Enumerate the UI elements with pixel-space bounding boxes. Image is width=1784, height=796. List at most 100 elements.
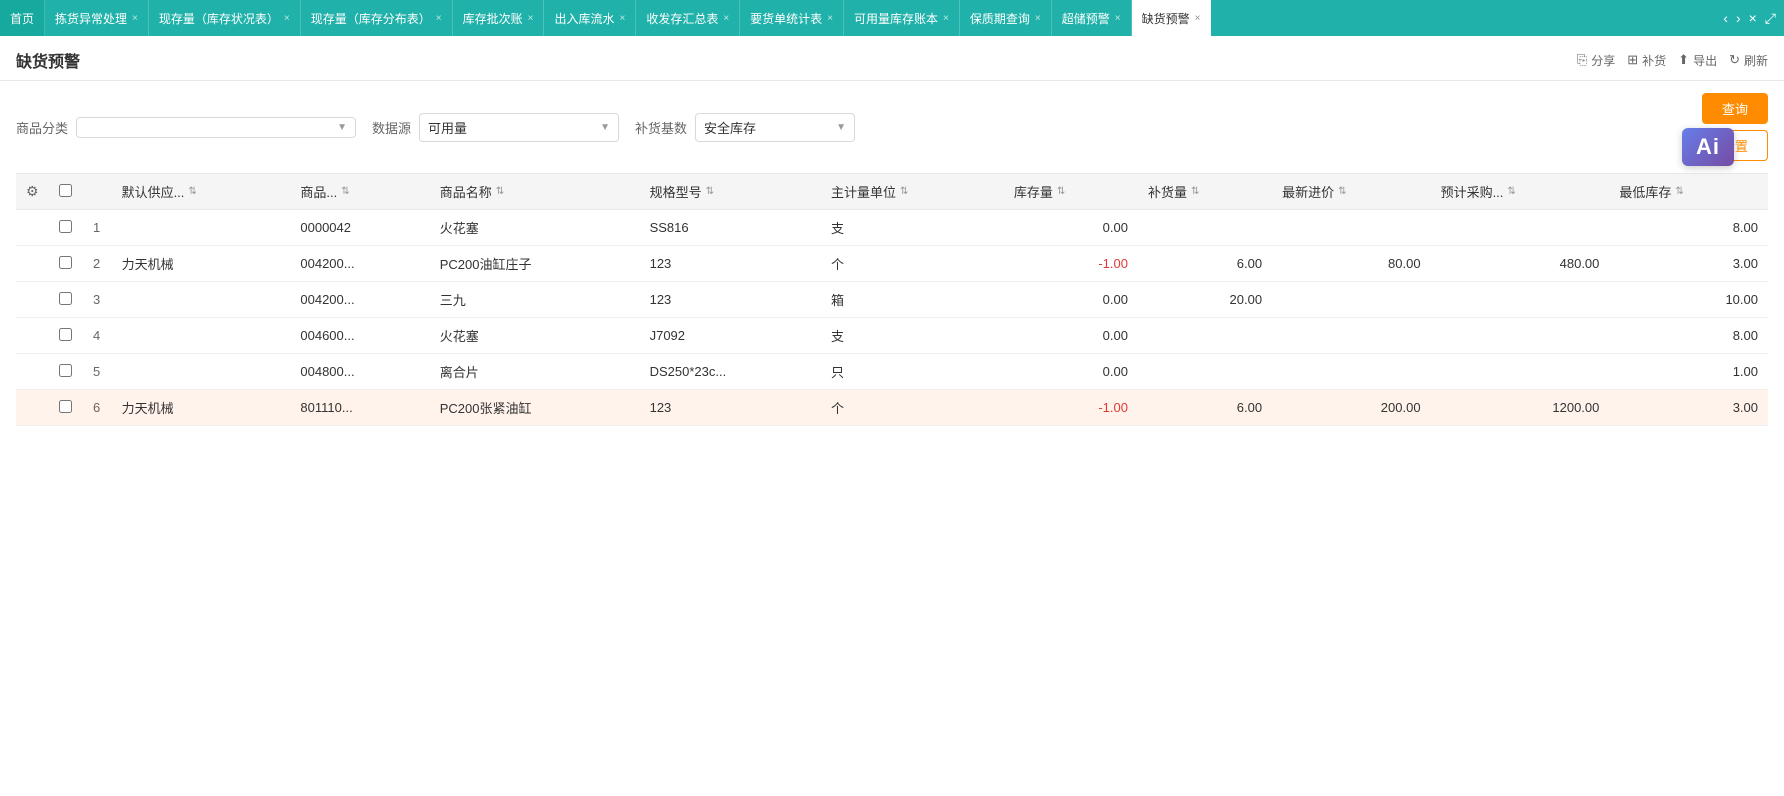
close-avail[interactable]: × [943, 13, 949, 24]
th-min-stock[interactable]: 最低库存 ⇅ [1609, 174, 1768, 210]
row-checkbox[interactable] [59, 328, 72, 341]
tab-unusual[interactable]: 拣货异常处理 × [45, 0, 149, 36]
row-spec: 123 [640, 282, 821, 318]
est-purchase-sort-icon: ⇅ [1507, 186, 1515, 197]
row-checkbox-cell [49, 390, 82, 426]
th-spec[interactable]: 规格型号 ⇅ [640, 174, 821, 210]
refresh-button[interactable]: ↻ 刷新 [1729, 52, 1768, 69]
close-shortage[interactable]: × [1195, 13, 1201, 24]
tab-overstock-label: 超储预警 [1062, 10, 1110, 27]
row-supplier [112, 282, 291, 318]
th-stock[interactable]: 库存量 ⇅ [1004, 174, 1138, 210]
row-spec: SS816 [640, 210, 821, 246]
row-name: 离合片 [430, 354, 640, 390]
th-supplier-label: 默认供应... [122, 182, 185, 201]
tab-expiry[interactable]: 保质期查询 × [960, 0, 1052, 36]
tab-overstock[interactable]: 超储预警 × [1052, 0, 1132, 36]
close-unusual[interactable]: × [132, 13, 138, 24]
row-replen [1138, 210, 1272, 246]
row-unit: 支 [821, 318, 1004, 354]
th-num [82, 174, 112, 210]
datasource-select[interactable]: 可用量 ▼ [419, 113, 619, 142]
export-button[interactable]: ⬆ 导出 [1678, 52, 1717, 69]
th-supplier[interactable]: 默认供应... ⇅ [112, 174, 291, 210]
spec-sort-icon: ⇅ [706, 186, 714, 197]
th-code[interactable]: 商品... ⇅ [290, 174, 429, 210]
datasource-filter-group: 数据源 可用量 ▼ [372, 113, 619, 142]
tab-batch[interactable]: 库存批次账 × [453, 0, 545, 36]
row-replen [1138, 318, 1272, 354]
query-button[interactable]: 查询 [1702, 93, 1768, 124]
row-num: 5 [82, 354, 112, 390]
row-supplier [112, 318, 291, 354]
row-stock: -1.00 [1004, 390, 1138, 426]
th-name[interactable]: 商品名称 ⇅ [430, 174, 640, 210]
th-unit[interactable]: 主计量单位 ⇅ [821, 174, 1004, 210]
row-est-purchase: 480.00 [1431, 246, 1610, 282]
refresh-icon: ↻ [1729, 52, 1740, 68]
th-est-purchase[interactable]: 预计采购... ⇅ [1431, 174, 1610, 210]
row-stock: -1.00 [1004, 246, 1138, 282]
close-order-stat[interactable]: × [827, 13, 833, 24]
row-checkbox[interactable] [59, 400, 72, 413]
nav-prev-btn[interactable]: ‹ [1719, 0, 1732, 36]
row-name: 火花塞 [430, 210, 640, 246]
row-checkbox[interactable] [59, 364, 72, 377]
th-stock-label: 库存量 [1014, 182, 1053, 201]
tab-shortage[interactable]: 缺货预警 × [1132, 0, 1212, 36]
close-stock-dist[interactable]: × [436, 13, 442, 24]
th-replen[interactable]: 补货量 ⇅ [1138, 174, 1272, 210]
row-settings-cell [16, 390, 49, 426]
row-checkbox[interactable] [59, 220, 72, 233]
row-code: 004200... [290, 246, 429, 282]
row-name: PC200油缸庄子 [430, 246, 640, 282]
row-est-purchase [1431, 210, 1610, 246]
table-row: 2 力天机械 004200... PC200油缸庄子 123 个 -1.00 6… [16, 246, 1768, 282]
tab-stock-dist-label: 现存量（库存分布表） [311, 10, 431, 27]
tab-stock-status[interactable]: 现存量（库存状况表） × [149, 0, 301, 36]
row-latest-price [1272, 318, 1431, 354]
nav-expand-btn[interactable]: ⤢ [1761, 0, 1780, 36]
row-stock: 0.00 [1004, 354, 1138, 390]
tab-avail[interactable]: 可用量库存账本 × [844, 0, 960, 36]
close-inout[interactable]: × [619, 13, 625, 24]
row-num: 1 [82, 210, 112, 246]
tab-inout[interactable]: 出入库流水 × [544, 0, 636, 36]
close-stock-status[interactable]: × [284, 13, 290, 24]
row-replen: 20.00 [1138, 282, 1272, 318]
select-all-checkbox[interactable] [59, 184, 72, 197]
column-settings-button[interactable]: ⚙ [26, 183, 39, 200]
tab-home-label: 首页 [10, 10, 34, 27]
row-checkbox[interactable] [59, 256, 72, 269]
tab-order-stat[interactable]: 要货单统计表 × [740, 0, 844, 36]
tab-home[interactable]: 首页 [0, 0, 45, 36]
row-spec: 123 [640, 390, 821, 426]
category-select[interactable]: ▼ [76, 117, 356, 138]
tab-unusual-label: 拣货异常处理 [55, 10, 127, 27]
tab-order-stat-label: 要货单统计表 [750, 10, 822, 27]
nav-next-btn[interactable]: › [1732, 0, 1745, 36]
row-num: 3 [82, 282, 112, 318]
tab-stock-dist[interactable]: 现存量（库存分布表） × [301, 0, 453, 36]
nav-close-btn[interactable]: × [1745, 0, 1761, 36]
close-batch[interactable]: × [528, 13, 534, 24]
code-sort-icon: ⇅ [341, 186, 349, 197]
replen-base-select[interactable]: 安全库存 ▼ [695, 113, 855, 142]
page-header: 缺货预警 ⎘ 分享 ⊞ 补货 ⬆ 导出 ↻ 刷新 [0, 36, 1784, 81]
tab-recv[interactable]: 收发存汇总表 × [636, 0, 740, 36]
row-unit: 个 [821, 246, 1004, 282]
share-button[interactable]: ⎘ 分享 [1577, 52, 1615, 69]
close-expiry[interactable]: × [1035, 13, 1041, 24]
export-icon: ⬆ [1678, 52, 1689, 68]
row-code: 004600... [290, 318, 429, 354]
close-overstock[interactable]: × [1115, 13, 1121, 24]
row-unit: 支 [821, 210, 1004, 246]
row-checkbox[interactable] [59, 292, 72, 305]
replen-base-label: 补货基数 [635, 118, 687, 137]
ai-badge[interactable]: Ai [1682, 128, 1734, 166]
close-recv[interactable]: × [723, 13, 729, 24]
table-row: 3 004200... 三九 123 箱 0.00 20.00 10.00 [16, 282, 1768, 318]
th-latest-price[interactable]: 最新进价 ⇅ [1272, 174, 1431, 210]
replenish-button[interactable]: ⊞ 补货 [1627, 52, 1666, 69]
row-stock: 0.00 [1004, 210, 1138, 246]
